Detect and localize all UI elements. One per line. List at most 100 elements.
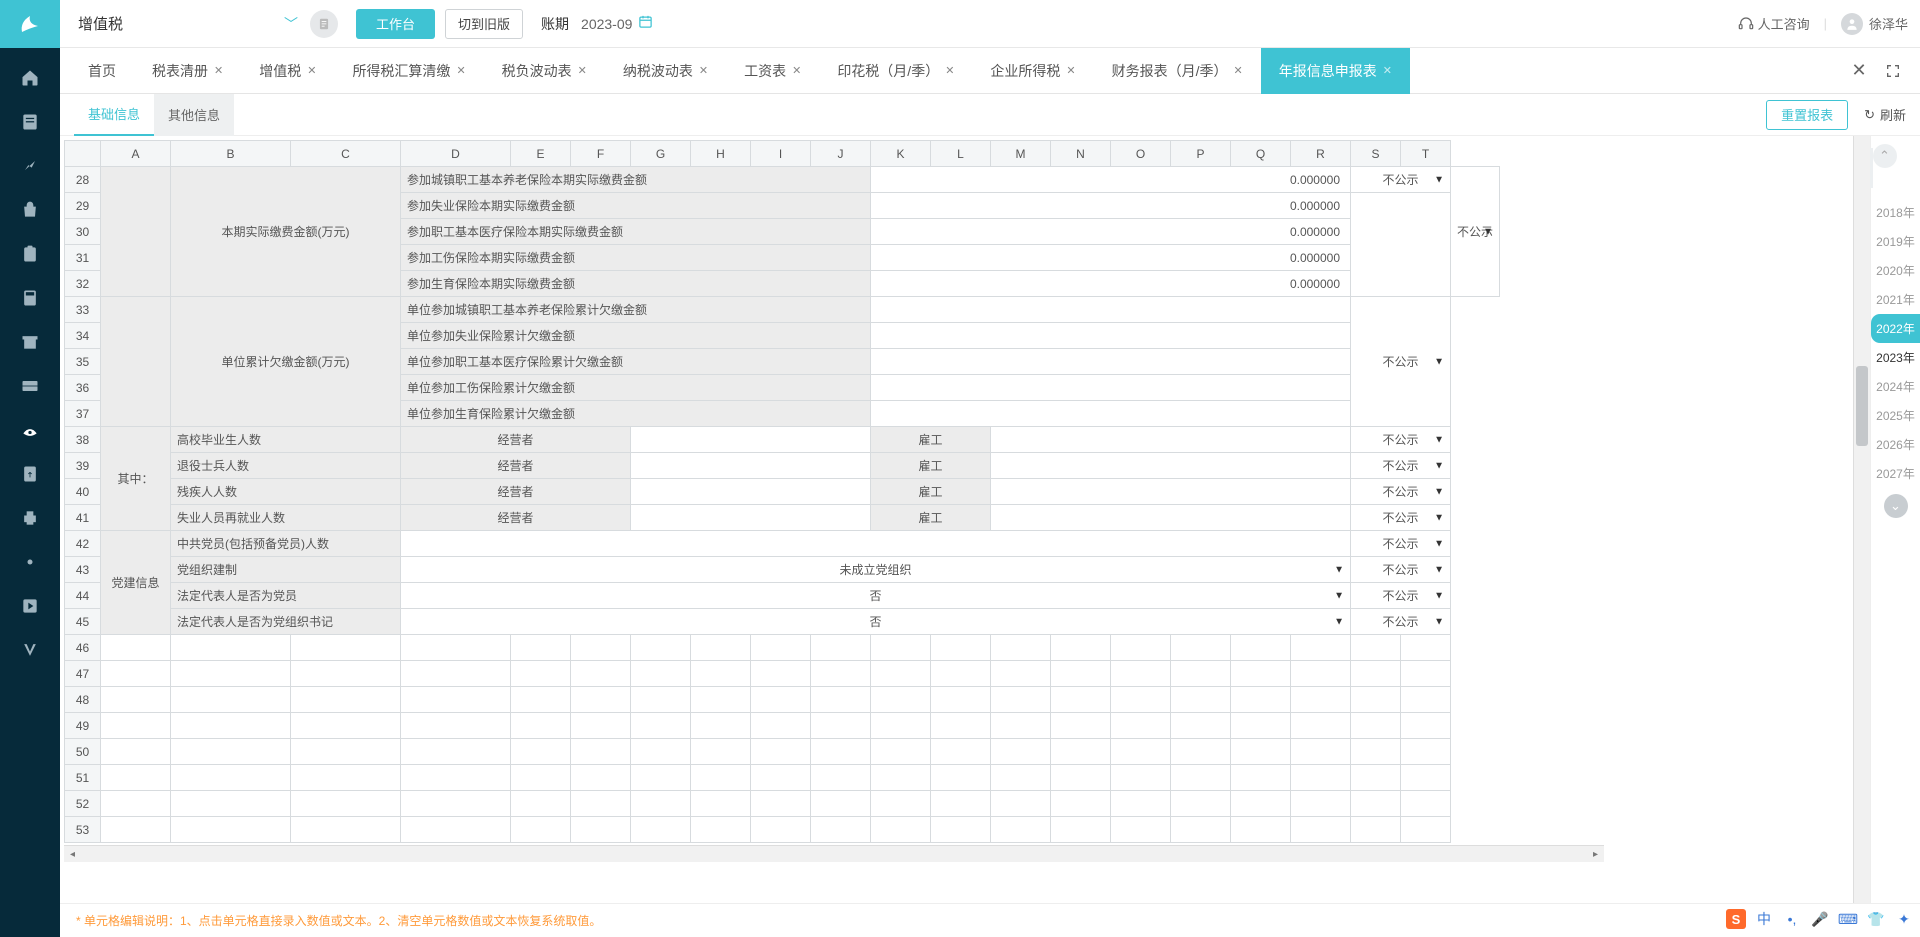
close-all-tabs-icon[interactable]: ✕ (1842, 54, 1876, 88)
cell[interactable]: 0.000000 (871, 219, 1351, 245)
cell[interactable] (871, 765, 931, 791)
refresh-button[interactable]: ↻ 刷新 (1864, 105, 1906, 124)
cell[interactable] (511, 687, 571, 713)
cell[interactable]: 参加工伤保险本期实际缴费金额 (401, 245, 871, 271)
cell[interactable] (1401, 791, 1451, 817)
row-header[interactable]: 44 (65, 583, 101, 609)
cell[interactable]: 不公示▼ (1351, 557, 1451, 583)
cell[interactable] (811, 791, 871, 817)
col-header[interactable]: N (1051, 141, 1111, 167)
close-icon[interactable]: ✕ (1066, 64, 1075, 77)
cell[interactable] (1291, 739, 1351, 765)
cell[interactable] (1351, 739, 1401, 765)
cell[interactable]: 单位参加职工基本医疗保险累计欠缴金额 (401, 349, 871, 375)
cell[interactable] (931, 687, 991, 713)
cell[interactable]: 经营者 (401, 505, 631, 531)
cell[interactable]: 雇工 (871, 453, 991, 479)
cell[interactable]: 中共党员(包括预备党员)人数 (171, 531, 401, 557)
avatar-icon[interactable] (1841, 13, 1863, 35)
cell[interactable] (871, 635, 931, 661)
ime-lang-icon[interactable]: 中 (1754, 909, 1774, 929)
headset-icon[interactable]: 人工咨询 (1738, 14, 1810, 33)
year-item[interactable]: 2021年 (1871, 285, 1920, 314)
cell[interactable] (1171, 687, 1231, 713)
cell[interactable] (691, 687, 751, 713)
close-icon[interactable]: ✕ (945, 64, 954, 77)
subtab-basic[interactable]: 基础信息 (74, 94, 154, 136)
year-item[interactable]: 2020年 (1871, 256, 1920, 285)
cell[interactable] (571, 817, 631, 843)
cell[interactable] (691, 765, 751, 791)
cell[interactable]: 残疾人人数 (171, 479, 401, 505)
cell[interactable] (1051, 791, 1111, 817)
col-header[interactable]: K (871, 141, 931, 167)
ime-s-icon[interactable]: S (1726, 909, 1746, 929)
cell[interactable] (1351, 765, 1401, 791)
close-icon[interactable]: ✕ (1234, 64, 1243, 77)
cell[interactable]: 不公示▼ (1351, 583, 1451, 609)
cell[interactable] (1231, 739, 1291, 765)
col-header[interactable]: P (1171, 141, 1231, 167)
cell[interactable] (871, 791, 931, 817)
cell[interactable] (101, 167, 171, 297)
cell[interactable] (571, 713, 631, 739)
ime-skin-icon[interactable]: 👕 (1866, 909, 1886, 929)
col-header[interactable]: B (171, 141, 291, 167)
cell[interactable]: 不公示▼ (1351, 609, 1451, 635)
nav-v-icon[interactable] (12, 632, 48, 668)
cell[interactable] (931, 791, 991, 817)
cell[interactable]: 经营者 (401, 427, 631, 453)
cell[interactable] (401, 739, 511, 765)
col-header[interactable]: O (1111, 141, 1171, 167)
cell[interactable] (931, 765, 991, 791)
cell[interactable] (631, 791, 691, 817)
cell[interactable]: 不公示▼ (1351, 531, 1451, 557)
year-item[interactable]: 2019年 (1871, 227, 1920, 256)
cell[interactable]: 高校毕业生人数 (171, 427, 401, 453)
cell[interactable] (1291, 791, 1351, 817)
cell[interactable] (751, 765, 811, 791)
grid-corner[interactable] (65, 141, 101, 167)
cell[interactable] (631, 739, 691, 765)
cell[interactable] (1051, 661, 1111, 687)
app-logo[interactable] (0, 0, 60, 48)
cell[interactable] (811, 765, 871, 791)
cell[interactable] (571, 635, 631, 661)
cell[interactable]: 0.000000 (871, 167, 1351, 193)
nav-ledger-icon[interactable] (12, 104, 48, 140)
cell[interactable] (101, 713, 171, 739)
cell[interactable] (1171, 765, 1231, 791)
cell[interactable] (751, 687, 811, 713)
switch-old-button[interactable]: 切到旧版 (445, 9, 523, 39)
user-name[interactable]: 徐泽华 (1869, 14, 1908, 33)
cell[interactable] (1401, 739, 1451, 765)
cell[interactable] (1051, 635, 1111, 661)
row-header[interactable]: 31 (65, 245, 101, 271)
col-header[interactable]: H (691, 141, 751, 167)
cell[interactable] (751, 817, 811, 843)
col-header[interactable]: F (571, 141, 631, 167)
col-header[interactable]: I (751, 141, 811, 167)
cell[interactable] (1351, 713, 1401, 739)
tab-4[interactable]: 税负波动表✕ (484, 48, 605, 94)
cell[interactable] (1351, 635, 1401, 661)
cell[interactable] (401, 687, 511, 713)
col-header[interactable]: T (1401, 141, 1451, 167)
cell[interactable] (401, 791, 511, 817)
cell[interactable] (1171, 661, 1231, 687)
cell[interactable]: 经营者 (401, 453, 631, 479)
cell[interactable] (291, 635, 401, 661)
cell[interactable] (991, 687, 1051, 713)
cell[interactable] (1051, 687, 1111, 713)
fullscreen-icon[interactable] (1876, 54, 1910, 88)
cell[interactable] (101, 791, 171, 817)
doc-status-icon[interactable] (310, 10, 338, 38)
nav-play-icon[interactable] (12, 588, 48, 624)
cell[interactable] (631, 505, 871, 531)
subtab-other[interactable]: 其他信息 (154, 94, 234, 136)
year-item[interactable]: 2023年 (1871, 343, 1920, 372)
cell[interactable] (401, 531, 1351, 557)
cell[interactable]: 单位累计欠缴金额(万元) (171, 297, 401, 427)
cell[interactable] (871, 713, 931, 739)
cell[interactable]: 不公示▼ (1351, 505, 1451, 531)
